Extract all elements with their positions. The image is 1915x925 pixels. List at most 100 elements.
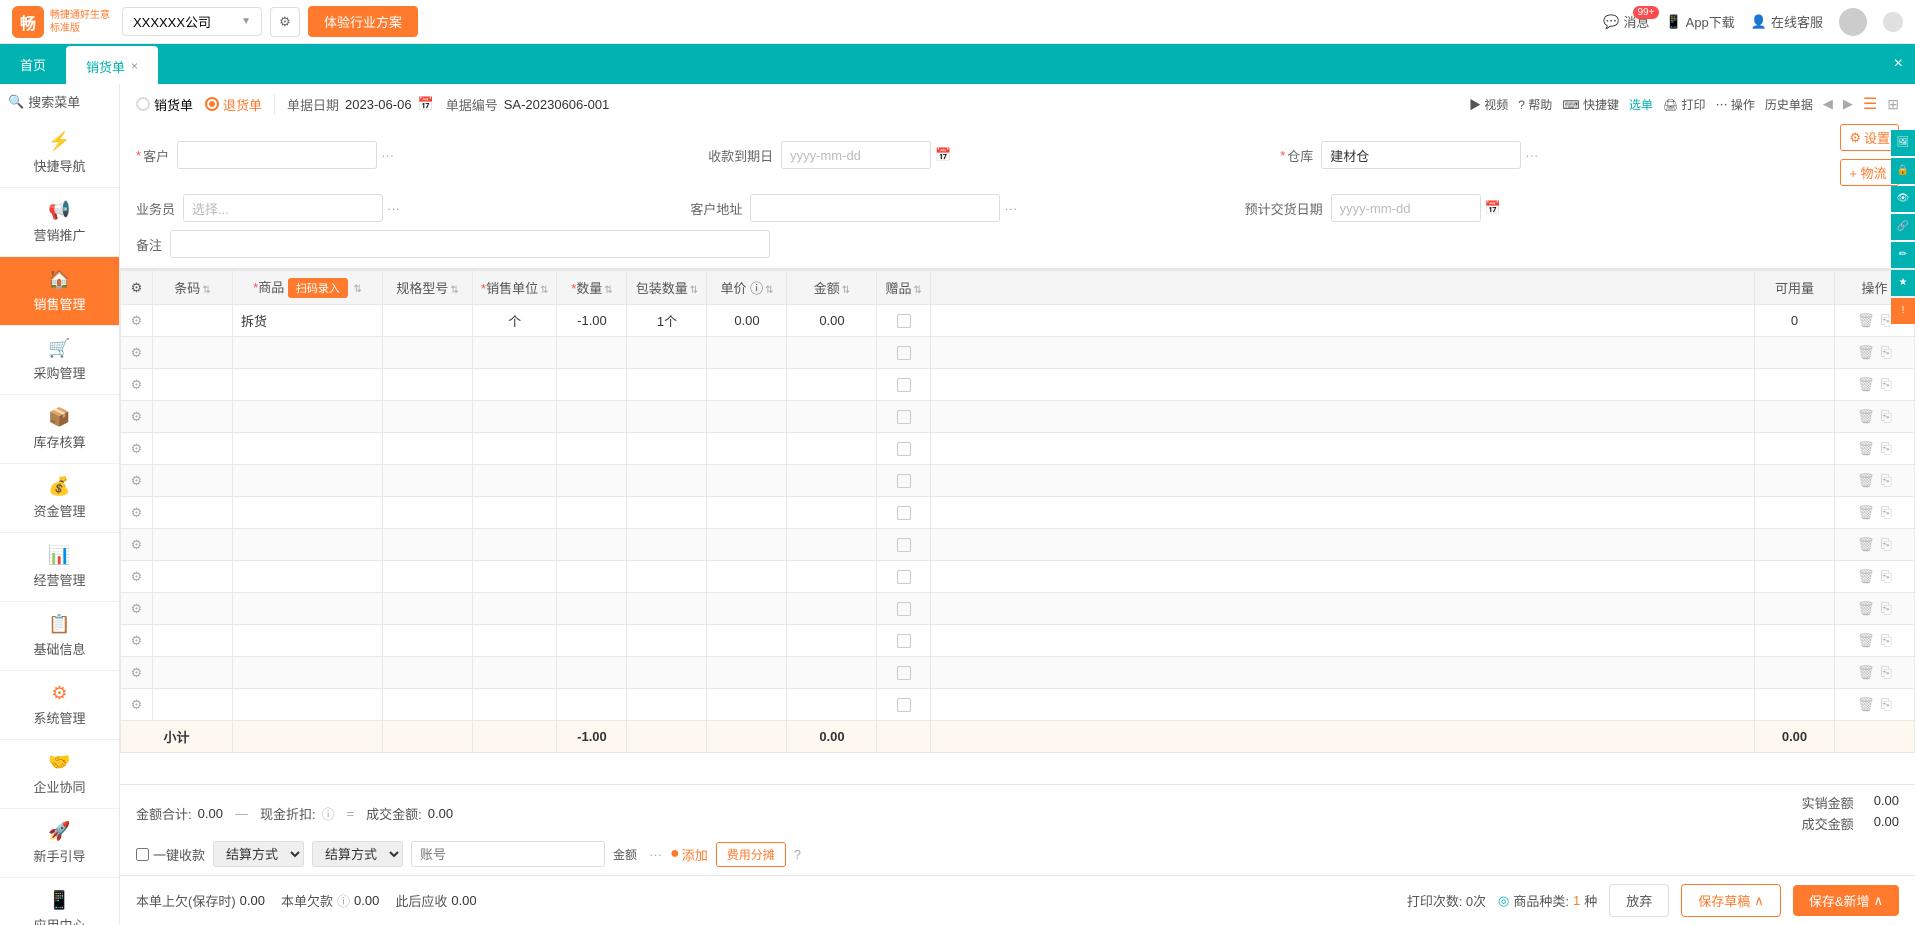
row-barcode[interactable] [153, 625, 233, 657]
row-pkg-qty[interactable] [627, 369, 707, 401]
tab-close-icon[interactable]: × [131, 59, 138, 73]
row-gift[interactable] [877, 369, 930, 401]
float-link-btn[interactable]: 🔗 [1891, 214, 1915, 240]
sidebar-item-appstore[interactable]: 📱 应用中心 [0, 878, 119, 925]
row-gift[interactable] [877, 337, 930, 369]
row-unit[interactable] [473, 465, 557, 497]
tab-home[interactable]: 首页 [0, 44, 66, 84]
row-barcode[interactable] [153, 401, 233, 433]
row-settings[interactable]: ⚙ [121, 465, 153, 497]
select-bill-btn[interactable]: 选单 [1629, 96, 1653, 113]
row-unit[interactable]: 个 [473, 305, 557, 337]
row-pkg-qty[interactable] [627, 433, 707, 465]
customer-input[interactable] [177, 141, 377, 169]
row-copy-icon[interactable]: ⎘ [1881, 568, 1892, 585]
try-industry-button[interactable]: 体验行业方案 [308, 6, 418, 37]
row-copy-icon[interactable]: ⎘ [1881, 440, 1892, 457]
row-pkg-qty[interactable] [627, 689, 707, 721]
row-amount[interactable]: 0.00 [787, 305, 877, 337]
sidebar-item-purchase[interactable]: 🛒 采购管理 [0, 326, 119, 395]
row-delete-icon[interactable]: 🗑 [1857, 472, 1875, 489]
scan-button[interactable]: 扫码录入 [288, 278, 348, 298]
row-amount[interactable] [787, 561, 877, 593]
row-qty[interactable] [557, 657, 627, 689]
nav-close-button[interactable]: × [1882, 55, 1915, 73]
row-unit[interactable] [473, 657, 557, 689]
row-delete-icon[interactable]: 🗑 [1857, 312, 1875, 329]
table-settings-icon[interactable]: ⚙ [131, 280, 143, 295]
one-click-pay[interactable]: 一键收款 [136, 845, 205, 864]
row-pkg-qty[interactable] [627, 593, 707, 625]
warehouse-input[interactable]: 建材仓 [1321, 141, 1521, 169]
calendar-icon[interactable]: 📅 [418, 96, 434, 112]
row-spec[interactable] [383, 401, 473, 433]
row-gift[interactable] [877, 401, 930, 433]
row-pkg-qty[interactable] [627, 337, 707, 369]
list-view-icon[interactable]: ☰ [1863, 94, 1877, 114]
row-amount[interactable] [787, 465, 877, 497]
app-download-button[interactable]: 📱 App下载 [1665, 12, 1734, 31]
sidebar-item-marketing[interactable]: 📢 营销推广 [0, 188, 119, 257]
row-qty[interactable] [557, 369, 627, 401]
row-qty[interactable] [557, 433, 627, 465]
row-barcode[interactable] [153, 337, 233, 369]
customer-addr-input[interactable] [750, 194, 1000, 222]
row-product[interactable] [233, 465, 383, 497]
sidebar-item-base[interactable]: 📋 基础信息 [0, 602, 119, 671]
sidebar-item-finance[interactable]: 💰 资金管理 [0, 464, 119, 533]
next-icon[interactable]: ▶ [1843, 96, 1853, 112]
help-btn[interactable]: ? 帮助 [1518, 96, 1552, 113]
row-amount[interactable] [787, 433, 877, 465]
row-amount[interactable] [787, 529, 877, 561]
message-button[interactable]: 💬 消息 99+ [1603, 12, 1649, 31]
row-spec[interactable] [383, 497, 473, 529]
help-balance-icon[interactable]: ⓘ [337, 891, 350, 910]
row-qty[interactable]: -1.00 [557, 305, 627, 337]
row-gift[interactable] [877, 593, 930, 625]
row-delete-icon[interactable]: 🗑 [1857, 632, 1875, 649]
expense-help-icon[interactable]: ? [794, 847, 801, 862]
float-eye-btn[interactable]: 👁 [1891, 186, 1915, 212]
row-unit[interactable] [473, 561, 557, 593]
row-amount[interactable] [787, 497, 877, 529]
row-copy-icon[interactable]: ⎘ [1881, 344, 1892, 361]
row-unit-price[interactable] [707, 401, 787, 433]
row-settings[interactable]: ⚙ [121, 401, 153, 433]
row-pkg-qty[interactable] [627, 657, 707, 689]
row-amount[interactable] [787, 401, 877, 433]
row-settings[interactable]: ⚙ [121, 657, 153, 689]
row-qty[interactable] [557, 593, 627, 625]
th-settings[interactable]: ⚙ [121, 271, 153, 305]
payment-more-icon[interactable]: ··· [649, 847, 662, 862]
radio-return[interactable]: 退货单 [205, 95, 262, 114]
save-new-button[interactable]: 保存&新增 ∧ [1793, 885, 1899, 916]
sidebar-search[interactable]: 🔍 搜索菜单 [0, 84, 119, 119]
help-discount-icon[interactable]: ⓘ [322, 804, 335, 823]
row-product[interactable]: 拆货 [233, 305, 383, 337]
warehouse-more-icon[interactable]: ··· [1525, 148, 1538, 163]
row-amount[interactable] [787, 593, 877, 625]
save-draft-button[interactable]: 保存草稿 ∧ [1681, 884, 1781, 917]
salesperson-more-icon[interactable]: ··· [387, 201, 400, 216]
row-delete-icon[interactable]: 🗑 [1857, 664, 1875, 681]
row-qty[interactable] [557, 401, 627, 433]
row-gift[interactable] [877, 625, 930, 657]
row-settings[interactable]: ⚙ [121, 305, 153, 337]
sidebar-item-sales[interactable]: 🏠 销售管理 [0, 257, 119, 326]
row-delete-icon[interactable]: 🗑 [1857, 504, 1875, 521]
sidebar-item-quick-nav[interactable]: ⚡ 快捷导航 [0, 119, 119, 188]
row-pkg-qty[interactable] [627, 401, 707, 433]
row-copy-icon[interactable]: ⎘ [1881, 408, 1892, 425]
row-qty[interactable] [557, 465, 627, 497]
row-delete-icon[interactable]: 🗑 [1857, 344, 1875, 361]
float-edit-btn[interactable]: ✏ [1891, 242, 1915, 268]
row-barcode[interactable] [153, 369, 233, 401]
row-barcode[interactable] [153, 497, 233, 529]
row-unit-price[interactable] [707, 657, 787, 689]
sidebar-item-operations[interactable]: 📊 经营管理 [0, 533, 119, 602]
row-unit-price[interactable] [707, 497, 787, 529]
row-product[interactable] [233, 689, 383, 721]
row-product[interactable] [233, 433, 383, 465]
history-btn[interactable]: 历史单据 [1765, 96, 1813, 113]
sidebar-item-enterprise[interactable]: 🤝 企业协同 [0, 740, 119, 809]
